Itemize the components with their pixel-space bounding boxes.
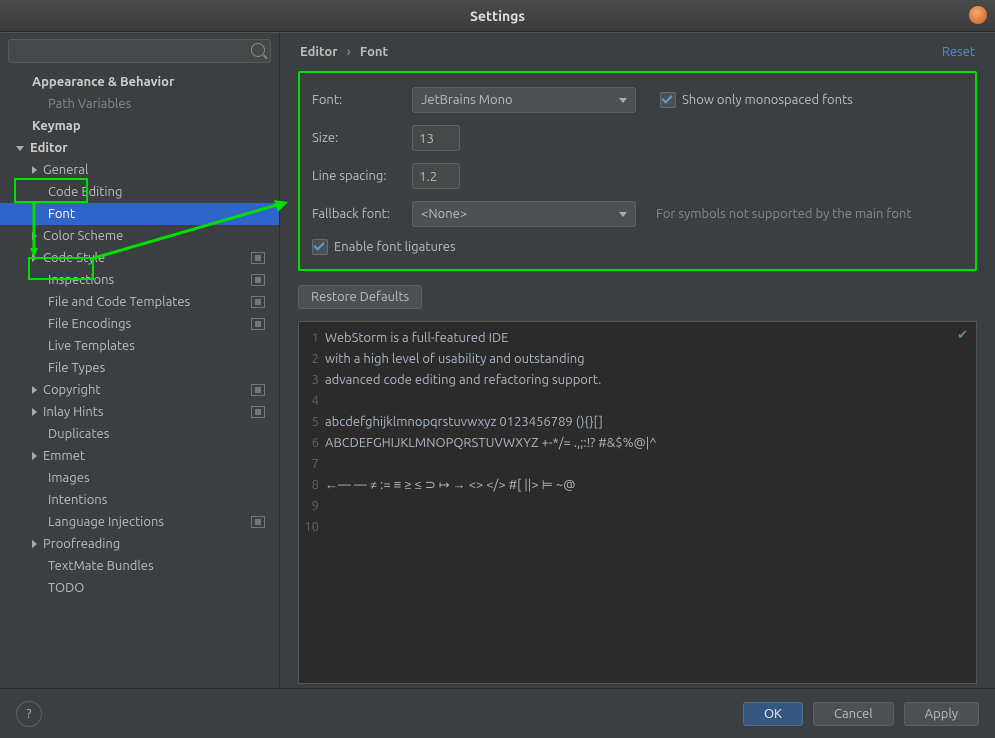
settings-sidebar: Appearance & Behavior Path Variables Key… <box>0 33 280 688</box>
breadcrumb-editor: Editor <box>300 45 338 59</box>
ligatures-checkbox[interactable] <box>312 239 328 255</box>
size-label: Size: <box>312 131 412 145</box>
preview-line <box>325 517 976 538</box>
preview-line: WebStorm is a full-featured IDE <box>325 328 976 349</box>
ligatures-label: Enable font ligatures <box>334 240 456 254</box>
close-icon[interactable] <box>969 6 987 24</box>
tree-lang-injections[interactable]: Language Injections <box>0 511 279 533</box>
tree-general[interactable]: General <box>0 159 279 181</box>
help-button[interactable]: ? <box>16 701 42 727</box>
project-icon <box>251 274 265 286</box>
preview-line: with a high level of usability and outst… <box>325 349 976 370</box>
chevron-right-icon <box>32 540 37 548</box>
restore-defaults-button[interactable]: Restore Defaults <box>298 285 422 309</box>
chevron-right-icon <box>32 452 37 460</box>
search-icon <box>251 43 265 57</box>
chevron-right-icon <box>32 386 37 394</box>
gutter: 12345678910 <box>299 328 325 677</box>
tree-font[interactable]: Font <box>0 203 279 225</box>
project-icon <box>251 318 265 330</box>
ok-button[interactable]: OK <box>743 702 803 726</box>
preview-code: WebStorm is a full-featured IDE with a h… <box>325 328 976 677</box>
tree-appearance[interactable]: Appearance & Behavior <box>0 71 279 93</box>
monospaced-label: Show only monospaced fonts <box>682 93 853 107</box>
fallback-hint: For symbols not supported by the main fo… <box>656 207 912 221</box>
chevron-down-icon <box>619 98 627 103</box>
tree-path-variables[interactable]: Path Variables <box>0 93 279 115</box>
tree-file-encodings[interactable]: File Encodings <box>0 313 279 335</box>
fallback-value: <None> <box>421 207 467 221</box>
project-icon <box>251 406 265 418</box>
tree-file-types[interactable]: File Types <box>0 357 279 379</box>
tree-inspections[interactable]: Inspections <box>0 269 279 291</box>
chevron-right-icon <box>32 232 37 240</box>
window-title: Settings <box>470 8 525 24</box>
tree-inlay-hints[interactable]: Inlay Hints <box>0 401 279 423</box>
preview-line <box>325 454 976 475</box>
tree-emmet[interactable]: Emmet <box>0 445 279 467</box>
preview-line <box>325 391 976 412</box>
cancel-button[interactable]: Cancel <box>813 702 894 726</box>
size-input[interactable] <box>412 125 460 151</box>
chevron-right-icon <box>32 166 37 174</box>
tree-editor[interactable]: Editor <box>0 137 279 159</box>
chevron-down-icon <box>16 146 24 151</box>
chevron-down-icon <box>619 212 627 217</box>
tree-file-templates[interactable]: File and Code Templates <box>0 291 279 313</box>
spacing-input[interactable] <box>412 163 460 189</box>
tree-copyright[interactable]: Copyright <box>0 379 279 401</box>
apply-button[interactable]: Apply <box>904 702 979 726</box>
preview-line: abcdefghijklmnopqrstuvwxyz 0123456789 ()… <box>325 412 976 433</box>
tree-code-editing[interactable]: Code Editing <box>0 181 279 203</box>
font-dropdown[interactable]: JetBrains Mono <box>412 87 636 113</box>
breadcrumb: Editor › Font Reset <box>280 33 995 71</box>
fallback-dropdown[interactable]: <None> <box>412 201 636 227</box>
tree-proofreading[interactable]: Proofreading <box>0 533 279 555</box>
tree-images[interactable]: Images <box>0 467 279 489</box>
tree-keymap[interactable]: Keymap <box>0 115 279 137</box>
tree-live-templates[interactable]: Live Templates <box>0 335 279 357</box>
project-icon <box>251 252 265 264</box>
preview-line <box>325 496 976 517</box>
font-settings-panel: Font: JetBrains Mono Show only monospace… <box>298 71 977 271</box>
tree-code-style[interactable]: Code Style <box>0 247 279 269</box>
preview-line: ABCDEFGHIJKLMNOPQRSTUVWXYZ +-*/= .,;:!? … <box>325 433 976 454</box>
project-icon <box>251 516 265 528</box>
reset-link[interactable]: Reset <box>942 45 975 59</box>
monospaced-checkbox[interactable] <box>660 92 676 108</box>
breadcrumb-font: Font <box>360 45 388 59</box>
tree-textmate[interactable]: TextMate Bundles <box>0 555 279 577</box>
project-icon <box>251 384 265 396</box>
search-input[interactable] <box>8 39 271 63</box>
spacing-label: Line spacing: <box>312 169 412 183</box>
tree-color-scheme[interactable]: Color Scheme <box>0 225 279 247</box>
font-label: Font: <box>312 93 412 107</box>
check-icon: ✔ <box>957 328 968 343</box>
dialog-footer: ? OK Cancel Apply <box>0 688 995 738</box>
content-pane: Editor › Font Reset Font: JetBrains Mono… <box>280 33 995 688</box>
chevron-right-icon <box>32 254 37 262</box>
font-value: JetBrains Mono <box>421 93 513 107</box>
fallback-label: Fallback font: <box>312 207 412 221</box>
settings-tree: Appearance & Behavior Path Variables Key… <box>0 69 279 688</box>
preview-line: advanced code editing and refactoring su… <box>325 370 976 391</box>
tree-todo[interactable]: TODO <box>0 577 279 599</box>
preview-line: ←— — ≠ := ≡ ≥ ≤ ⊃ ↦ → <> </> #[ ||> ⊨ ~@ <box>325 475 976 496</box>
font-preview[interactable]: 12345678910 WebStorm is a full-featured … <box>298 321 977 684</box>
project-icon <box>251 296 265 308</box>
tree-intentions[interactable]: Intentions <box>0 489 279 511</box>
breadcrumb-separator: › <box>347 45 351 59</box>
tree-duplicates[interactable]: Duplicates <box>0 423 279 445</box>
chevron-right-icon <box>32 408 37 416</box>
titlebar: Settings <box>0 0 995 32</box>
